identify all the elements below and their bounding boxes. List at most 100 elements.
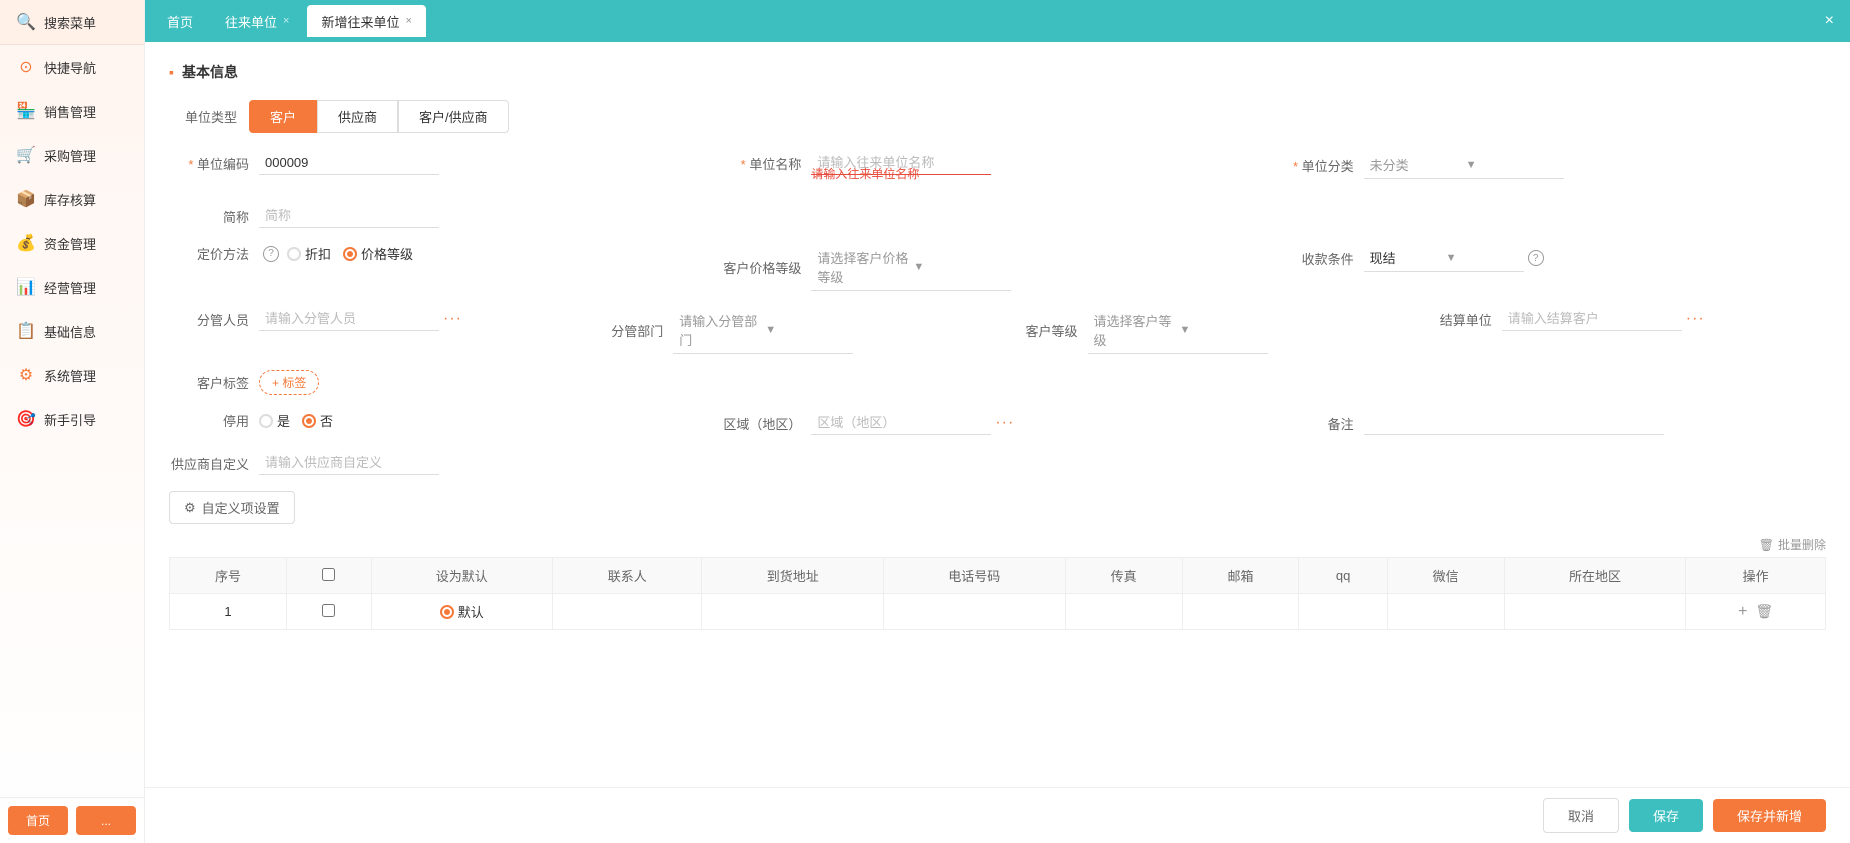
sidebar-item-search-label: 搜索菜单 (44, 13, 96, 32)
unit-code-input[interactable] (259, 151, 439, 175)
row-contact (553, 594, 702, 630)
add-tag-btn[interactable]: + 标签 (259, 370, 319, 395)
unit-category-field: 单位分类 未分类 ▼ (1274, 151, 1826, 179)
save-button[interactable]: 保存 (1629, 799, 1703, 832)
row-phone (884, 594, 1066, 630)
unit-category-chevron: ▼ (1466, 159, 1558, 171)
dept-select[interactable]: 请输入分管部门 ▼ (673, 307, 853, 354)
tab-new-partner-close[interactable]: × (405, 15, 411, 27)
bulk-delete-label[interactable]: 批量删除 (1778, 536, 1826, 553)
manager-input[interactable] (259, 307, 439, 331)
sidebar-item-quick-nav[interactable]: ⊙ 快捷导航 (0, 45, 144, 89)
region-more-btn[interactable]: ··· (991, 414, 1018, 432)
manager-more-btn[interactable]: ··· (439, 310, 466, 328)
customer-tag-label: 客户标签 (169, 373, 259, 392)
dept-chevron: ▼ (765, 324, 847, 336)
sidebar-item-purchase[interactable]: 🛒 采购管理 (0, 133, 144, 177)
customer-price-level-placeholder: 请选择客户价格等级 (817, 248, 909, 286)
select-all-checkbox[interactable] (322, 568, 335, 581)
sidebar-more-btn[interactable]: ... (76, 806, 136, 835)
pricing-discount-option[interactable]: 折扣 (287, 244, 331, 263)
row-add-btn[interactable]: + (1738, 603, 1747, 621)
pricing-level-label: 价格等级 (361, 244, 413, 263)
pricing-level-option[interactable]: 价格等级 (343, 244, 413, 263)
pricing-method-label: 定价方法 (169, 244, 259, 263)
tab-home[interactable]: 首页 (153, 5, 207, 37)
sidebar-item-basic-info-label: 基础信息 (44, 322, 96, 341)
cancel-button[interactable]: 取消 (1543, 798, 1619, 833)
row-default-radio-item[interactable]: 默认 (382, 602, 543, 621)
tab-partners-label: 往来单位 (225, 12, 277, 31)
tab-partners-close[interactable]: × (283, 15, 289, 27)
sidebar-item-inventory[interactable]: 📦 库存核算 (0, 177, 144, 221)
pricing-method-field: 定价方法 ? 折扣 价格等级 (169, 244, 721, 263)
sidebar-item-basic-info[interactable]: 📋 基础信息 (0, 309, 144, 353)
sidebar-home-btn[interactable]: 首页 (8, 806, 68, 835)
unit-type-both-btn[interactable]: 客户/供应商 (398, 100, 509, 133)
sidebar-item-system[interactable]: ⚙ 系统管理 (0, 353, 144, 397)
row-select-checkbox[interactable] (322, 604, 335, 617)
sidebar-item-sales-label: 销售管理 (44, 102, 96, 121)
settlement-unit-more-btn[interactable]: ··· (1682, 310, 1709, 328)
form-row-tag: 客户标签 + 标签 (169, 370, 1826, 395)
manager-label: 分管人员 (169, 310, 259, 329)
disabled-no-option[interactable]: 否 (302, 411, 333, 430)
row-delete-btn[interactable]: 🗑 (1755, 603, 1773, 620)
window-close-btn[interactable]: × (1817, 8, 1842, 34)
settlement-unit-input[interactable] (1502, 307, 1682, 331)
region-input[interactable] (811, 411, 991, 435)
form-row-manager: 分管人员 ··· 分管部门 请输入分管部门 ▼ 客户等级 请选择客户等级 ▼ 结… (169, 307, 1826, 354)
sidebar-item-operations-label: 经营管理 (44, 278, 96, 297)
sidebar-item-finance[interactable]: 💰 资金管理 (0, 221, 144, 265)
sidebar-item-sales[interactable]: 🏪 销售管理 (0, 89, 144, 133)
disabled-yes-option[interactable]: 是 (259, 411, 290, 430)
row-default-radio[interactable] (440, 605, 454, 619)
customer-price-level-select[interactable]: 请选择客户价格等级 ▼ (811, 244, 1011, 291)
row-address (702, 594, 884, 630)
col-phone: 电话号码 (884, 558, 1066, 594)
guide-icon: 🎯 (16, 409, 36, 429)
unit-name-field: 单位名称 请输入往来单位名称 (721, 151, 1273, 188)
dept-placeholder: 请输入分管部门 (679, 311, 761, 349)
payment-terms-select[interactable]: 现结 ▼ (1364, 244, 1524, 272)
custom-settings-label: 自定义项设置 (202, 498, 280, 517)
short-name-input[interactable] (259, 204, 439, 228)
content-area: ▪ 基本信息 单位类型 客户 供应商 客户/供应商 单位编码 单位名称 请输入往… (145, 42, 1850, 787)
disabled-yes-radio[interactable] (259, 414, 273, 428)
pricing-method-help[interactable]: ? (263, 246, 279, 262)
col-address: 到货地址 (702, 558, 884, 594)
supplier-custom-input[interactable] (259, 451, 439, 475)
finance-icon: 💰 (16, 233, 36, 253)
tab-new-partner[interactable]: 新增往来单位 × (307, 5, 425, 37)
disabled-no-radio[interactable] (302, 414, 316, 428)
unit-category-select[interactable]: 未分类 ▼ (1364, 151, 1564, 179)
pricing-discount-radio[interactable] (287, 247, 301, 261)
unit-type-supplier-btn[interactable]: 供应商 (317, 100, 398, 133)
customer-level-chevron: ▼ (1180, 324, 1262, 336)
customer-price-level-field: 客户价格等级 请选择客户价格等级 ▼ (721, 244, 1273, 291)
short-name-field: 简称 (169, 204, 1826, 228)
remark-input[interactable] (1364, 411, 1664, 435)
row-fax (1065, 594, 1182, 630)
payment-terms-help[interactable]: ? (1528, 250, 1544, 266)
custom-settings-btn[interactable]: ⚙ 自定义项设置 (169, 491, 295, 524)
pricing-level-radio[interactable] (343, 247, 357, 261)
sidebar-bottom: 首页 ... (0, 797, 144, 843)
section-header: ▪ 基本信息 (169, 62, 1826, 82)
customer-level-placeholder: 请选择客户等级 (1094, 311, 1176, 349)
section-icon: ▪ (169, 64, 174, 80)
sidebar-item-search[interactable]: 🔍 搜索菜单 (0, 0, 144, 45)
sidebar-item-guide[interactable]: 🎯 新手引导 (0, 397, 144, 441)
disabled-no-label: 否 (320, 411, 333, 430)
tab-partners[interactable]: 往来单位 × (211, 5, 303, 37)
customer-level-select[interactable]: 请选择客户等级 ▼ (1088, 307, 1268, 354)
supplier-custom-field: 供应商自定义 (169, 451, 1826, 475)
customer-level-label: 客户等级 (998, 321, 1088, 340)
sidebar-item-operations[interactable]: 📊 经营管理 (0, 265, 144, 309)
form-row-supplier-custom: 供应商自定义 (169, 451, 1826, 475)
operations-icon: 📊 (16, 277, 36, 297)
dept-field: 分管部门 请输入分管部门 ▼ (583, 307, 997, 354)
purchase-icon: 🛒 (16, 145, 36, 165)
unit-type-customer-btn[interactable]: 客户 (249, 100, 317, 133)
save-new-button[interactable]: 保存并新增 (1713, 799, 1826, 832)
